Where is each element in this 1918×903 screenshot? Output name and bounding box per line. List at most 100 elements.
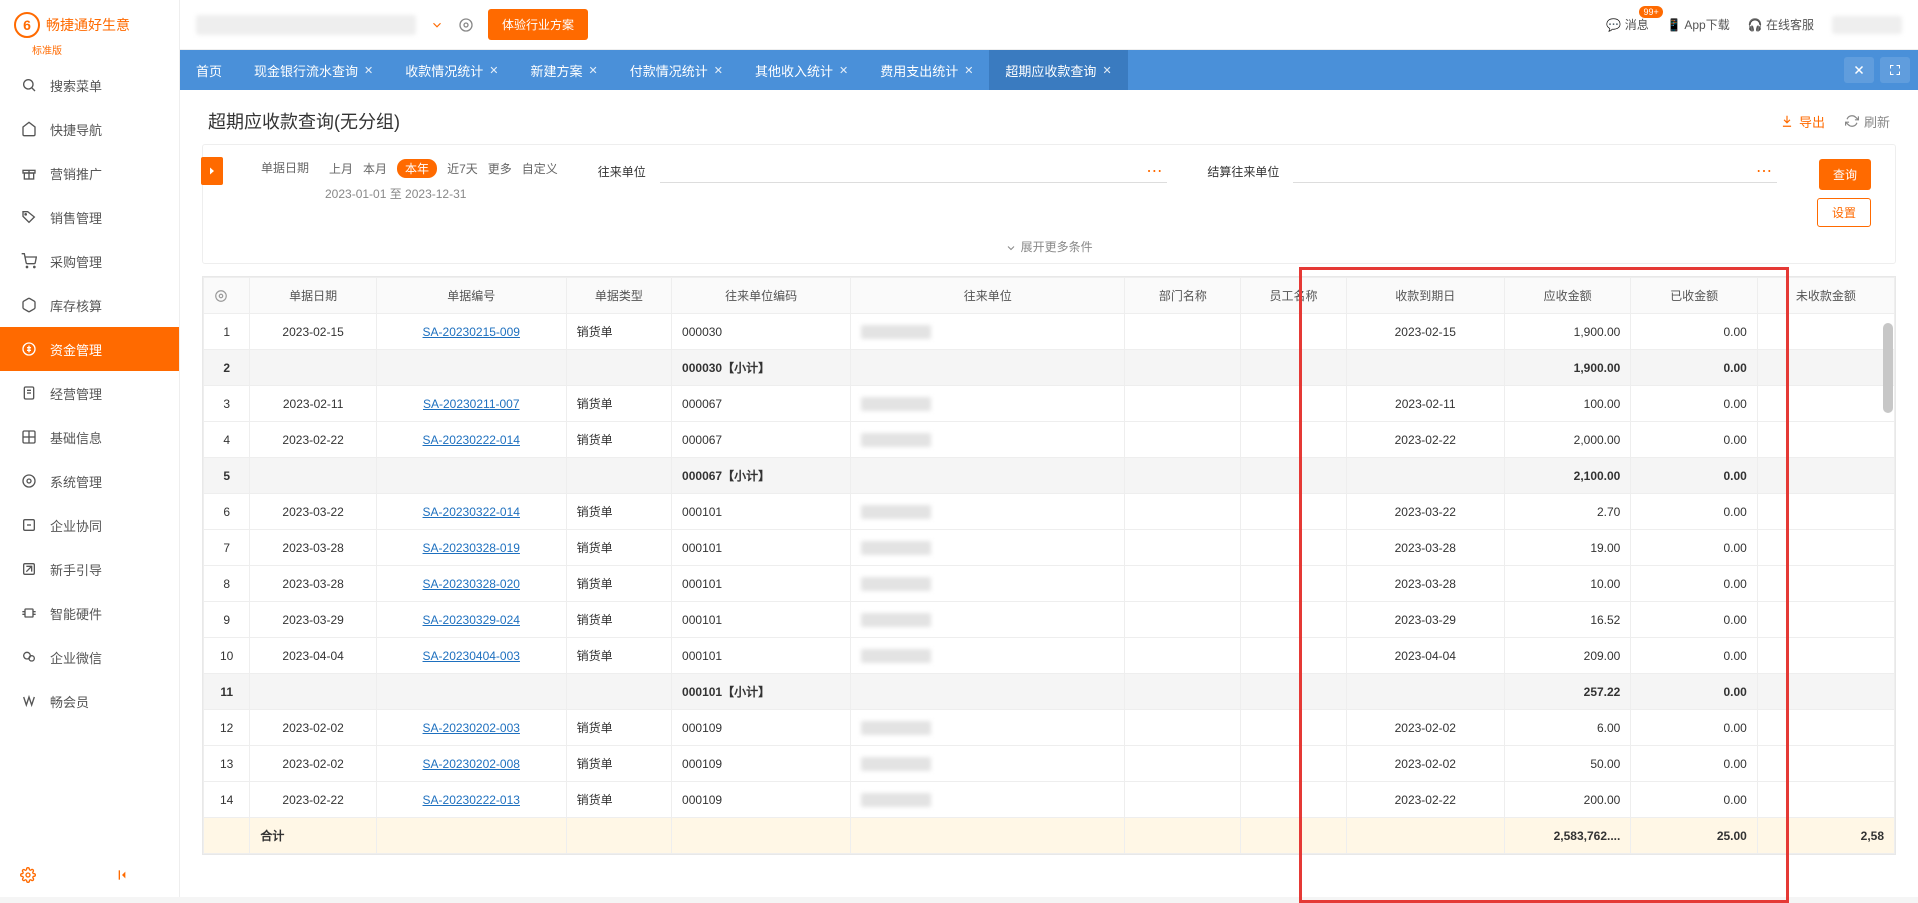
export-button[interactable]: 导出 xyxy=(1780,112,1825,131)
tab-close-all-icon[interactable] xyxy=(1844,57,1874,83)
date-opt-more[interactable]: 更多 xyxy=(488,160,512,177)
tab-close-icon[interactable]: ✕ xyxy=(589,64,598,77)
table-row[interactable]: 32023-02-11SA-20230211-007销货单0000672023-… xyxy=(204,386,1895,422)
tab-close-icon[interactable]: ✕ xyxy=(964,64,973,77)
sidebar-item-13[interactable]: 企业微信 xyxy=(0,635,179,679)
cell-date: 2023-02-22 xyxy=(250,782,377,818)
col-header-2[interactable]: 单据编号 xyxy=(376,278,566,314)
tab-0[interactable]: 首页 xyxy=(180,50,238,90)
date-opt-lastmonth[interactable]: 上月 xyxy=(329,160,353,177)
messages-link[interactable]: 💬 消息 xyxy=(1606,16,1648,33)
settings-icon[interactable] xyxy=(20,867,36,883)
org-dropdown-icon[interactable] xyxy=(430,18,444,32)
org-settings-icon[interactable] xyxy=(458,17,474,33)
col-header-3[interactable]: 单据类型 xyxy=(566,278,671,314)
sidebar-item-14[interactable]: 畅会员 xyxy=(0,679,179,723)
col-header-4[interactable]: 往来单位编码 xyxy=(672,278,851,314)
app-download-link[interactable]: 📱 App下载 xyxy=(1667,16,1730,33)
table-row[interactable]: 62023-03-22SA-20230322-014销货单0001012023-… xyxy=(204,494,1895,530)
cell-doc-code[interactable]: SA-20230215-009 xyxy=(376,314,566,350)
sidebar-item-12[interactable]: 智能硬件 xyxy=(0,591,179,635)
filter-party-input[interactable]: ⋯ xyxy=(660,159,1168,183)
cell-doc-code[interactable]: SA-20230322-014 xyxy=(376,494,566,530)
sidebar-item-7[interactable]: 经营管理 xyxy=(0,371,179,415)
cell-doc-code[interactable]: SA-20230211-007 xyxy=(376,386,566,422)
tab-close-icon[interactable]: ✕ xyxy=(714,64,723,77)
sidebar-item-2[interactable]: 营销推广 xyxy=(0,151,179,195)
settings-button[interactable]: 设置 xyxy=(1817,198,1871,227)
tab-close-icon[interactable]: ✕ xyxy=(839,64,848,77)
cell-doc-code[interactable]: SA-20230328-019 xyxy=(376,530,566,566)
refresh-button[interactable]: 刷新 xyxy=(1845,112,1890,131)
date-opt-custom[interactable]: 自定义 xyxy=(522,160,558,177)
tab-close-icon[interactable]: ✕ xyxy=(364,64,373,77)
sidebar-item-6[interactable]: 资金管理 xyxy=(0,327,179,371)
table-row[interactable]: 42023-02-22SA-20230222-014销货单0000672023-… xyxy=(204,422,1895,458)
filter-collapse-icon[interactable] xyxy=(201,157,223,185)
tab-1[interactable]: 现金银行流水查询✕ xyxy=(238,50,389,90)
cell-doc-code[interactable]: SA-20230202-008 xyxy=(376,746,566,782)
tab-label: 其他收入统计 xyxy=(755,61,833,80)
sidebar-item-10[interactable]: 企业协同 xyxy=(0,503,179,547)
tab-label: 收款情况统计 xyxy=(405,61,483,80)
sidebar-item-1[interactable]: 快捷导航 xyxy=(0,107,179,151)
query-button[interactable]: 查询 xyxy=(1819,159,1871,190)
cell-doc-code[interactable]: SA-20230202-003 xyxy=(376,710,566,746)
tab-4[interactable]: 付款情况统计✕ xyxy=(614,50,739,90)
sidebar-item-4[interactable]: 采购管理 xyxy=(0,239,179,283)
col-header-9[interactable]: 应收金额 xyxy=(1504,278,1631,314)
filter-settle-input[interactable]: ⋯ xyxy=(1293,159,1777,183)
table-row[interactable]: 11000101【小计】257.220.00 xyxy=(204,674,1895,710)
cell-doc-code[interactable]: SA-20230222-013 xyxy=(376,782,566,818)
sidebar-item-5[interactable]: 库存核算 xyxy=(0,283,179,327)
col-header-1[interactable]: 单据日期 xyxy=(250,278,377,314)
customer-service-link[interactable]: 🎧 在线客服 xyxy=(1748,16,1814,33)
cell-doc-code[interactable]: SA-20230222-014 xyxy=(376,422,566,458)
col-header-8[interactable]: 收款到期日 xyxy=(1346,278,1504,314)
cell-received: 0.00 xyxy=(1631,386,1758,422)
col-header-6[interactable]: 部门名称 xyxy=(1125,278,1241,314)
table-row[interactable]: 72023-03-28SA-20230328-019销货单0001012023-… xyxy=(204,530,1895,566)
table-row[interactable]: 2000030【小计】1,900.000.00 xyxy=(204,350,1895,386)
sidebar-item-8[interactable]: 基础信息 xyxy=(0,415,179,459)
tab-7[interactable]: 超期应收款查询✕ xyxy=(989,50,1127,90)
col-header-10[interactable]: 已收金额 xyxy=(1631,278,1758,314)
trial-button[interactable]: 体验行业方案 xyxy=(488,9,588,40)
lookup-icon[interactable]: ⋯ xyxy=(1756,161,1773,181)
tab-close-icon[interactable]: ✕ xyxy=(1102,64,1111,77)
wallet-icon xyxy=(20,340,38,358)
sidebar-item-11[interactable]: 新手引导 xyxy=(0,547,179,591)
date-opt-thisyear[interactable]: 本年 xyxy=(397,159,437,178)
table-row[interactable]: 132023-02-02SA-20230202-008销货单0001092023… xyxy=(204,746,1895,782)
sidebar-item-9[interactable]: 系统管理 xyxy=(0,459,179,503)
date-opt-thismonth[interactable]: 本月 xyxy=(363,160,387,177)
expand-filters-button[interactable]: 展开更多条件 xyxy=(203,233,1895,263)
cell-doc-code[interactable]: SA-20230328-020 xyxy=(376,566,566,602)
table-row[interactable]: 5000067【小计】2,100.000.00 xyxy=(204,458,1895,494)
table-row[interactable]: 92023-03-29SA-20230329-024销货单0001012023-… xyxy=(204,602,1895,638)
column-settings-icon[interactable] xyxy=(204,278,250,314)
date-opt-7days[interactable]: 近7天 xyxy=(447,160,478,177)
table-row[interactable]: 12023-02-15SA-20230215-009销货单0000302023-… xyxy=(204,314,1895,350)
sidebar-item-3[interactable]: 销售管理 xyxy=(0,195,179,239)
cell-unpaid xyxy=(1757,710,1894,746)
lookup-icon[interactable]: ⋯ xyxy=(1146,161,1163,181)
cell-doc-code[interactable]: SA-20230404-003 xyxy=(376,638,566,674)
sidebar-item-0[interactable]: 搜索菜单 xyxy=(0,63,179,107)
tab-5[interactable]: 其他收入统计 ✕ xyxy=(739,50,864,90)
table-row[interactable]: 102023-04-04SA-20230404-003销货单0001012023… xyxy=(204,638,1895,674)
col-header-7[interactable]: 员工名称 xyxy=(1241,278,1346,314)
col-header-11[interactable]: 未收款金额 xyxy=(1757,278,1894,314)
tab-fullscreen-icon[interactable] xyxy=(1880,57,1910,83)
tab-close-icon[interactable]: ✕ xyxy=(489,64,498,77)
col-header-5[interactable]: 往来单位 xyxy=(851,278,1125,314)
collapse-icon[interactable] xyxy=(116,867,132,883)
table-row[interactable]: 82023-03-28SA-20230328-020销货单0001012023-… xyxy=(204,566,1895,602)
tab-2[interactable]: 收款情况统计 ✕ xyxy=(389,50,514,90)
cell-doc-code[interactable]: SA-20230329-024 xyxy=(376,602,566,638)
tab-3[interactable]: 新建方案✕ xyxy=(514,50,613,90)
table-row[interactable]: 142023-02-22SA-20230222-013销货单0001092023… xyxy=(204,782,1895,818)
table-row[interactable]: 122023-02-02SA-20230202-003销货单0001092023… xyxy=(204,710,1895,746)
vertical-scrollbar[interactable] xyxy=(1883,323,1893,413)
tab-6[interactable]: 费用支出统计✕ xyxy=(864,50,989,90)
